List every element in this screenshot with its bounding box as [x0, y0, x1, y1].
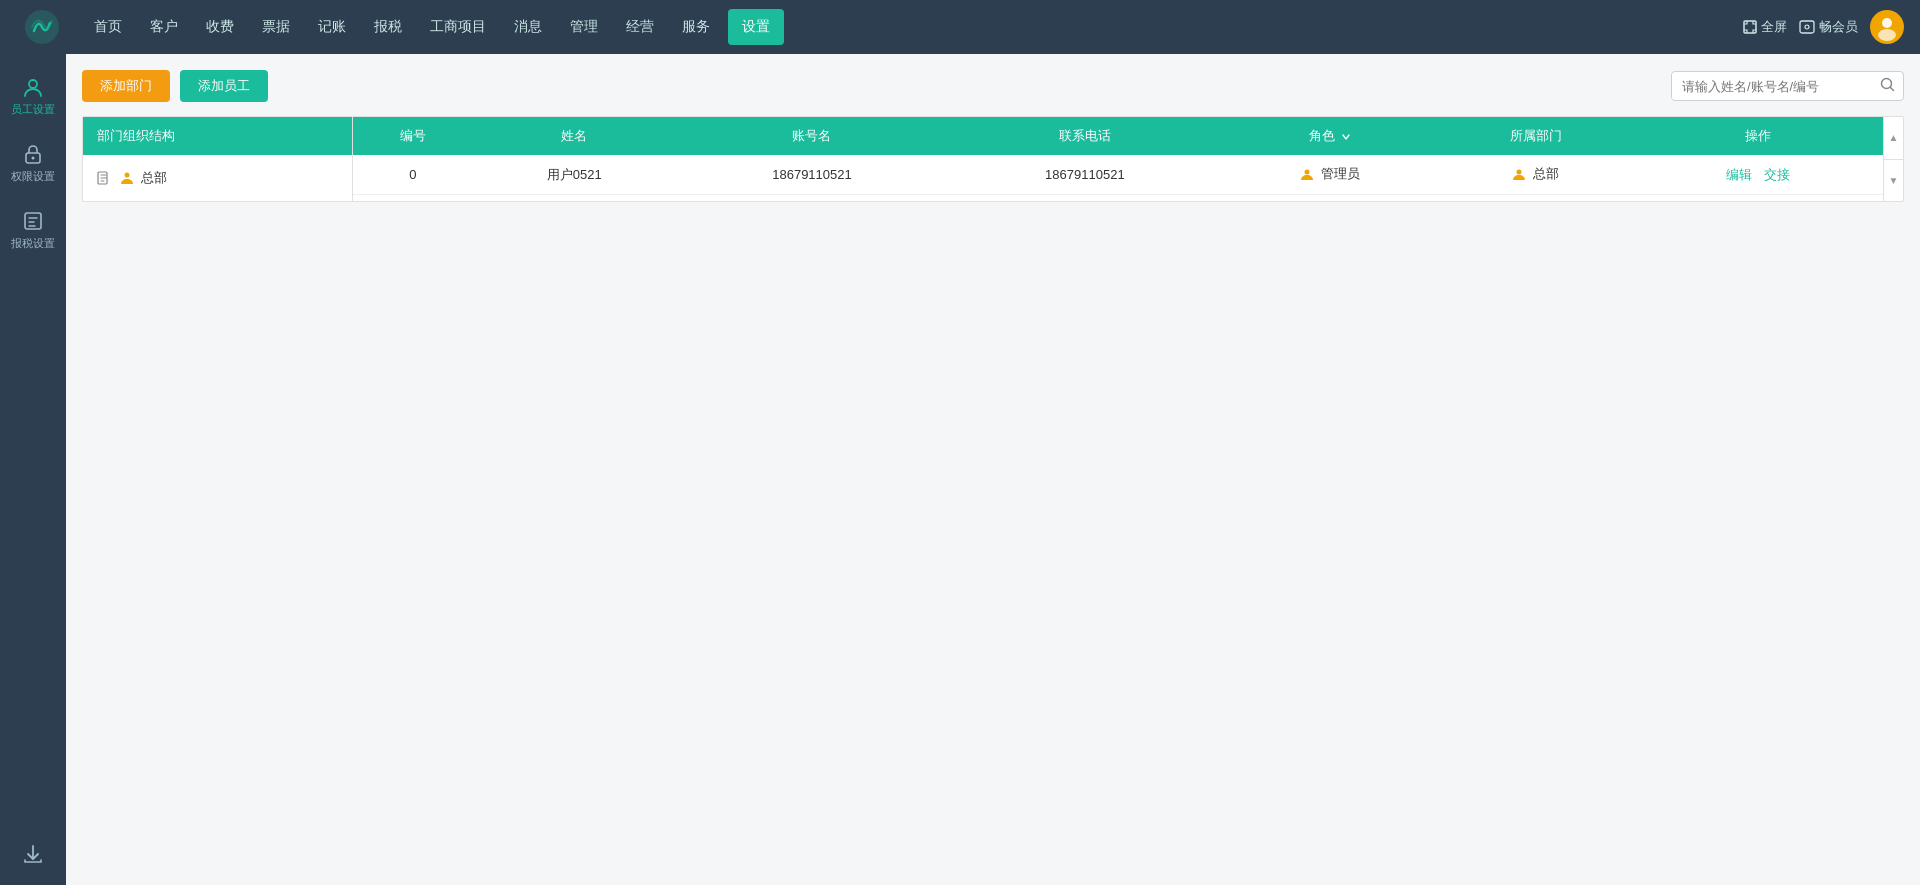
- nav-item-首页[interactable]: 首页: [80, 0, 136, 54]
- svg-point-8: [32, 157, 35, 160]
- svg-rect-1: [1744, 21, 1756, 33]
- col-id: 编号: [353, 117, 473, 155]
- dept-tree-body: 总部: [83, 155, 352, 201]
- nav-item-票据[interactable]: 票据: [248, 0, 304, 54]
- sidebar-item-permission-label: 权限设置: [11, 169, 55, 184]
- nav-menu: 首页客户收费票据记账报税工商项目消息管理经营服务设置: [80, 0, 1743, 54]
- toolbar: 添加部门 添加员工: [82, 70, 1904, 102]
- main-layout: 员工设置 权限设置 报税设置: [0, 54, 1920, 885]
- nav-item-工商项目[interactable]: 工商项目: [416, 0, 500, 54]
- dept-item-root[interactable]: 总部: [97, 165, 338, 191]
- table-row: 0 用户0521 18679110521 18679110521 管理员 总部 …: [353, 155, 1883, 195]
- sidebar: 员工设置 权限设置 报税设置: [0, 54, 66, 885]
- cell-dept: 总部: [1438, 155, 1632, 195]
- svg-rect-2: [1800, 21, 1814, 33]
- sidebar-item-employee-label: 员工设置: [11, 102, 55, 117]
- nav-item-客户[interactable]: 客户: [136, 0, 192, 54]
- nav-item-收费[interactable]: 收费: [192, 0, 248, 54]
- svg-point-12: [125, 173, 130, 178]
- nav-item-设置[interactable]: 设置: [728, 9, 784, 45]
- nav-item-服务[interactable]: 服务: [668, 0, 724, 54]
- scroll-down-button[interactable]: ▼: [1884, 160, 1903, 202]
- sidebar-item-permission[interactable]: 权限设置: [0, 131, 66, 194]
- col-name: 姓名: [473, 117, 676, 155]
- content-area: 添加部门 添加员工 部门组织结构: [66, 54, 1920, 885]
- nav-item-管理[interactable]: 管理: [556, 0, 612, 54]
- sidebar-item-tax-label: 报税设置: [11, 236, 55, 251]
- fullscreen-button[interactable]: 全屏: [1743, 18, 1787, 36]
- nav-right: 全屏 畅会员: [1743, 10, 1904, 44]
- nav-item-经营[interactable]: 经营: [612, 0, 668, 54]
- add-dept-button[interactable]: 添加部门: [82, 70, 170, 102]
- sidebar-item-download[interactable]: [0, 831, 66, 875]
- svg-point-13: [1304, 170, 1309, 175]
- col-account: 账号名: [676, 117, 949, 155]
- search-button[interactable]: [1872, 72, 1903, 100]
- nav-item-消息[interactable]: 消息: [500, 0, 556, 54]
- cell-name: 用户0521: [473, 155, 676, 195]
- top-navigation: 首页客户收费票据记账报税工商项目消息管理经营服务设置 全屏 畅会员: [0, 0, 1920, 54]
- dept-root-label: 总部: [141, 169, 167, 187]
- svg-point-4: [1882, 18, 1892, 28]
- action-交接[interactable]: 交接: [1764, 167, 1790, 182]
- col-dept: 所属部门: [1438, 117, 1632, 155]
- member-button[interactable]: 畅会员: [1799, 18, 1858, 36]
- nav-item-记账[interactable]: 记账: [304, 0, 360, 54]
- main-panel: 部门组织结构 总部: [82, 116, 1904, 202]
- scroll-buttons: ▲ ▼: [1883, 117, 1903, 201]
- cell-phone: 18679110521: [948, 155, 1221, 195]
- search-box: [1671, 71, 1904, 101]
- fullscreen-label: 全屏: [1761, 18, 1787, 36]
- scroll-up-button[interactable]: ▲: [1884, 117, 1903, 160]
- cell-role: 管理员: [1221, 155, 1438, 195]
- employee-table: 编号 姓名 账号名 联系电话 角色 所属部门 操作: [353, 117, 1883, 195]
- cell-actions: 编辑 交接: [1633, 155, 1883, 195]
- avatar[interactable]: [1870, 10, 1904, 44]
- nav-item-报税[interactable]: 报税: [360, 0, 416, 54]
- dept-tree-header: 部门组织结构: [83, 117, 352, 155]
- svg-point-6: [29, 80, 37, 88]
- col-actions: 操作: [1633, 117, 1883, 155]
- sidebar-bottom: [0, 831, 66, 885]
- employee-table-area: 编号 姓名 账号名 联系电话 角色 所属部门 操作: [353, 117, 1883, 201]
- cell-id: 0: [353, 155, 473, 195]
- svg-point-14: [1517, 170, 1522, 175]
- svg-point-5: [1878, 29, 1896, 41]
- col-role: 角色: [1221, 117, 1438, 155]
- action-编辑[interactable]: 编辑: [1726, 167, 1752, 182]
- logo: [10, 9, 74, 45]
- cell-account: 18679110521: [676, 155, 949, 195]
- sidebar-item-tax[interactable]: 报税设置: [0, 198, 66, 261]
- member-label: 畅会员: [1819, 18, 1858, 36]
- dept-tree: 部门组织结构 总部: [83, 117, 353, 201]
- svg-point-3: [1805, 25, 1809, 29]
- col-phone: 联系电话: [948, 117, 1221, 155]
- search-input[interactable]: [1672, 74, 1872, 99]
- add-employee-button[interactable]: 添加员工: [180, 70, 268, 102]
- sidebar-item-employee[interactable]: 员工设置: [0, 64, 66, 127]
